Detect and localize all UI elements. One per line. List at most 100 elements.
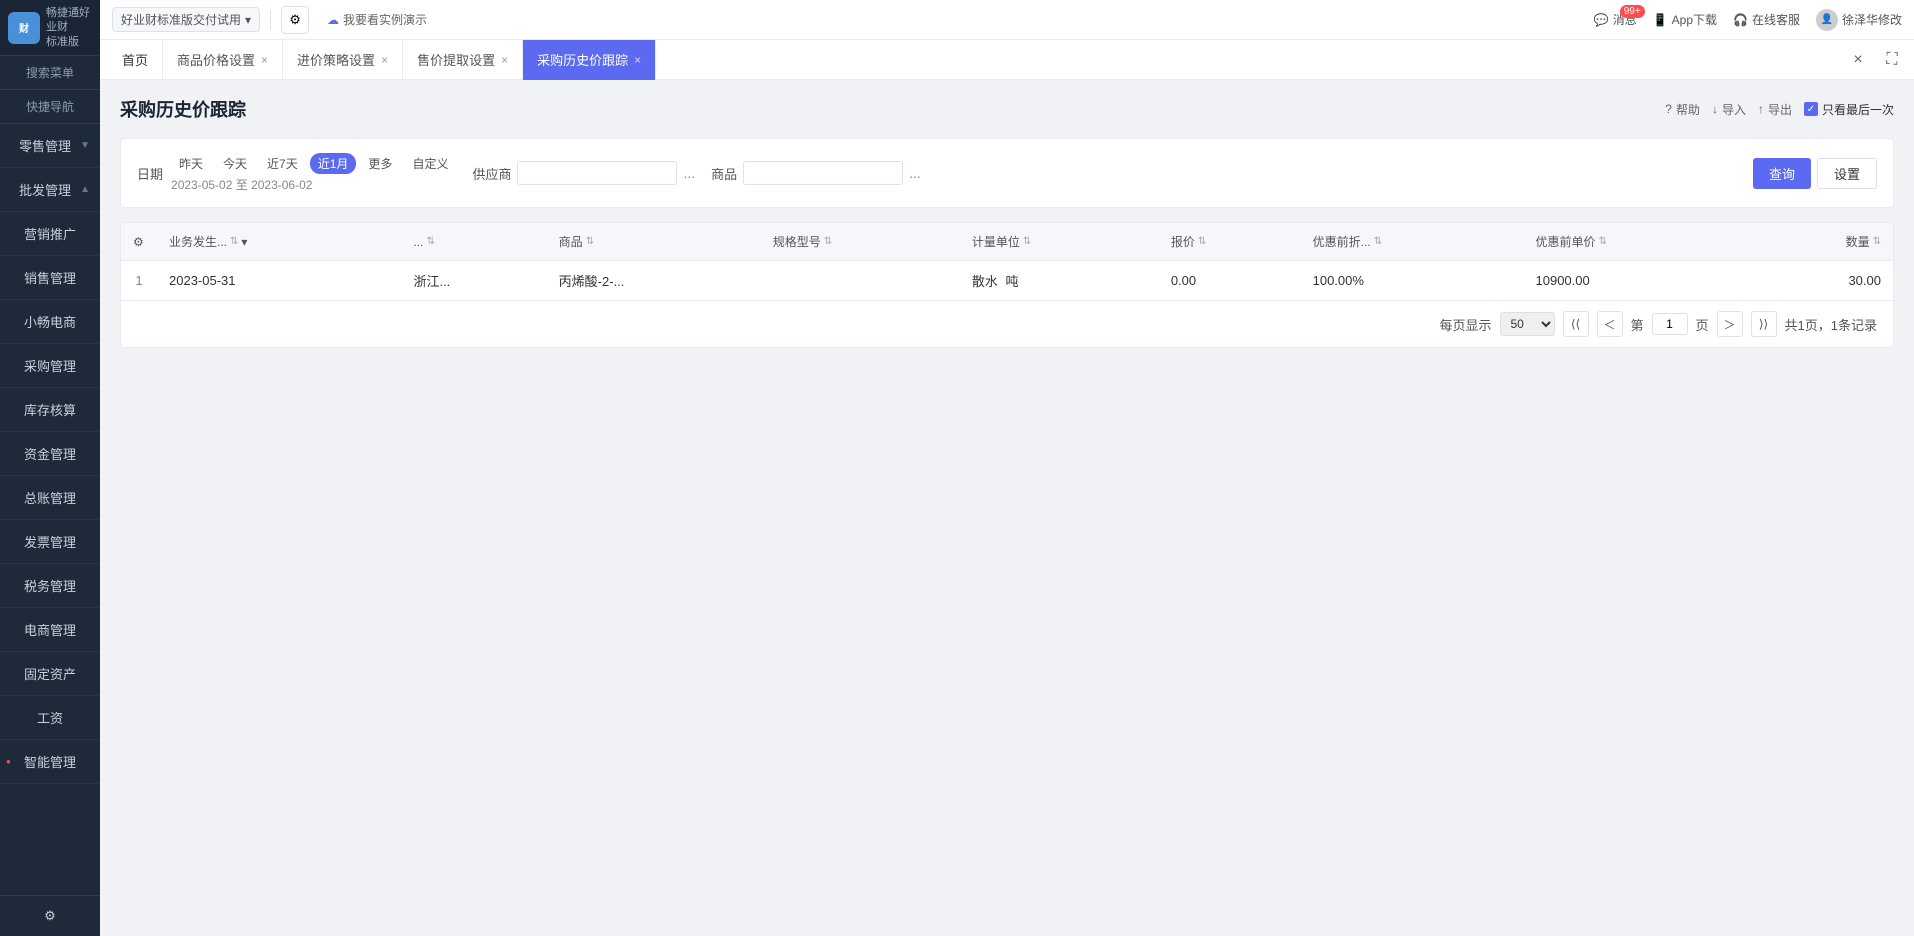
cell-goods: 丙烯酸-2-... (547, 261, 761, 301)
tab-sell-extract[interactable]: 售价提取设置 × (403, 40, 523, 80)
goods-label: 商品 (711, 164, 737, 183)
sidebar-item-salary[interactable]: 工资 (0, 696, 100, 740)
page-title: 采购历史价跟踪 (120, 96, 246, 122)
sidebar-item-ai[interactable]: 智能管理 (0, 740, 100, 784)
mobile-icon: 📱 (1653, 13, 1668, 27)
per-page-select[interactable]: 50 100 200 (1500, 312, 1555, 336)
content-area: 采购历史价跟踪 ? 帮助 ↓ 导入 ↑ 导出 ✓ 只看最后一次 (100, 80, 1914, 936)
help-link[interactable]: ? 帮助 (1665, 101, 1700, 118)
date-pill-7days[interactable]: 近7天 (259, 153, 306, 174)
date-pill-yesterday[interactable]: 昨天 (171, 153, 211, 174)
th-more: ... ⇅ (401, 223, 546, 261)
tab-close-purchase-strategy[interactable]: × (381, 53, 388, 67)
sidebar-item-ecommerce-xiao[interactable]: 小畅电商 (0, 300, 100, 344)
tab-close-sell-extract[interactable]: × (501, 53, 508, 67)
sidebar-item-invoice[interactable]: 发票管理 (0, 520, 100, 564)
sidebar-item-tax[interactable]: 税务管理 (0, 564, 100, 608)
sidebar-item-wholesale[interactable]: 批发管理 ▲ (0, 168, 100, 212)
sidebar-logo: 财 畅捷通好业财 标准版 (0, 0, 100, 56)
table-card: ⚙ 业务发生... ⇅ ▾ ... ⇅ (120, 222, 1894, 348)
th-gear: ⚙ (121, 223, 157, 261)
tab-purchase-history[interactable]: 采购历史价跟踪 × (523, 40, 656, 80)
sort-icon: ⇅ (1374, 236, 1382, 247)
sidebar-item-assets[interactable]: 固定资产 (0, 652, 100, 696)
cloud-icon: ☁ (327, 13, 339, 27)
page-input[interactable] (1652, 313, 1688, 335)
cell-unit-price: 10900.00 (1524, 261, 1752, 301)
prev-page-button[interactable]: ＜ (1597, 311, 1623, 337)
sidebar-settings[interactable]: ⚙ (0, 895, 100, 936)
sidebar-item-ecommerce[interactable]: 电商管理 (0, 608, 100, 652)
message-button[interactable]: 💬 消息 99+ (1594, 11, 1637, 28)
sidebar-item-retail[interactable]: 零售管理 ▼ (0, 124, 100, 168)
th-goods: 商品 ⇅ (547, 223, 761, 261)
sidebar-item-inventory[interactable]: 库存核算 (0, 388, 100, 432)
supplier-dots[interactable]: ... (683, 165, 695, 181)
online-service-button[interactable]: 🎧 在线客服 (1733, 11, 1800, 28)
date-pill-more[interactable]: 更多 (360, 153, 400, 174)
tab-close-product-price[interactable]: × (261, 53, 268, 67)
cell-price: 0.00 (1159, 261, 1301, 301)
export-button[interactable]: ↑ 导出 (1758, 101, 1792, 118)
settings-button[interactable]: 设置 (1817, 158, 1877, 189)
topbar: 好业财标准版交付试用 ▾ ⚙ ☁ 我要看实例演示 💬 消息 99+ 📱 App下… (100, 0, 1914, 40)
export-icon: ↑ (1758, 102, 1764, 116)
page-label: 第 (1631, 315, 1644, 334)
sidebar-search[interactable]: 搜索菜单 (0, 56, 100, 90)
tab-product-price[interactable]: 商品价格设置 × (163, 40, 283, 80)
gear-icon[interactable]: ⚙ (133, 235, 144, 249)
filter-actions: 查询 设置 (1753, 158, 1877, 189)
sidebar-item-sales[interactable]: 销售管理 (0, 256, 100, 300)
date-pill-custom[interactable]: 自定义 (404, 153, 456, 174)
first-page-button[interactable]: ⟨⟨ (1563, 311, 1589, 337)
tab-close-purchase-history[interactable]: × (634, 53, 641, 67)
per-page-label: 每页显示 (1439, 315, 1491, 334)
import-icon: ↓ (1712, 102, 1718, 116)
goods-input[interactable] (743, 161, 903, 185)
only-last-checkbox[interactable]: ✓ (1804, 102, 1818, 116)
sort-icon: ⇅ (824, 236, 832, 247)
goods-dots[interactable]: ... (909, 165, 921, 181)
tabs-bar: 首页 商品价格设置 × 进价策略设置 × 售价提取设置 × 采购历史价跟踪 × … (100, 40, 1914, 80)
tab-home[interactable]: 首页 (108, 40, 163, 80)
th-spec: 规格型号 ⇅ (761, 223, 960, 261)
table-header-row: ⚙ 业务发生... ⇅ ▾ ... ⇅ (121, 223, 1893, 261)
table-row[interactable]: 1 2023-05-31 浙江... 丙烯酸-2-... 散水 吨 0.00 1… (121, 261, 1893, 301)
sidebar-item-purchase[interactable]: 采购管理 (0, 344, 100, 388)
sidebar-item-ledger[interactable]: 总账管理 (0, 476, 100, 520)
supplier-input[interactable] (517, 161, 677, 185)
sidebar-shortcut[interactable]: 快捷导航 (0, 90, 100, 124)
last-page-button[interactable]: ⟩⟩ (1751, 311, 1777, 337)
sidebar: 财 畅捷通好业财 标准版 搜索菜单 快捷导航 零售管理 ▼ 批发管理 ▲ 营销推… (0, 0, 100, 936)
demo-link[interactable]: ☁ 我要看实例演示 (327, 11, 427, 28)
sort-icon: ⇅ (1599, 236, 1607, 247)
date-label: 日期 (137, 164, 163, 183)
import-button[interactable]: ↓ 导入 (1712, 101, 1746, 118)
chevron-down-icon: ▾ (245, 13, 251, 27)
sidebar-item-finance[interactable]: 资金管理 (0, 432, 100, 476)
filter-icon: ▾ (241, 235, 247, 249)
app-download-button[interactable]: 📱 App下载 (1653, 11, 1717, 28)
goods-filter-group: 商品 ... (711, 161, 921, 185)
version-select[interactable]: 好业财标准版交付试用 ▾ (112, 7, 260, 32)
date-pill-today[interactable]: 今天 (215, 153, 255, 174)
question-icon: ? (1665, 102, 1672, 116)
chevron-icon: ▼ (80, 140, 90, 151)
sort-icon: ⇅ (586, 236, 594, 247)
expand-tab-action[interactable]: ⛶ (1878, 46, 1906, 74)
chevron-icon: ▲ (80, 184, 90, 195)
sidebar-item-marketing[interactable]: 营销推广 (0, 212, 100, 256)
next-page-button[interactable]: ＞ (1717, 311, 1743, 337)
date-pills: 昨天 今天 近7天 近1月 更多 自定义 (171, 153, 456, 174)
user-menu[interactable]: 👤 徐泽华修改 (1816, 9, 1902, 31)
supplier-filter-group: 供应商 ... (472, 161, 695, 185)
query-button[interactable]: 查询 (1753, 158, 1811, 189)
tab-purchase-strategy[interactable]: 进价策略设置 × (283, 40, 403, 80)
message-badge: 99+ (1620, 5, 1645, 18)
only-last-checkbox-label[interactable]: ✓ 只看最后一次 (1804, 101, 1894, 118)
date-pill-1month[interactable]: 近1月 (310, 153, 357, 174)
close-tab-action[interactable]: × (1844, 46, 1872, 74)
main-area: 好业财标准版交付试用 ▾ ⚙ ☁ 我要看实例演示 💬 消息 99+ 📱 App下… (100, 0, 1914, 936)
settings-icon[interactable]: ⚙ (281, 6, 309, 34)
sort-icon: ⇅ (1023, 236, 1031, 247)
